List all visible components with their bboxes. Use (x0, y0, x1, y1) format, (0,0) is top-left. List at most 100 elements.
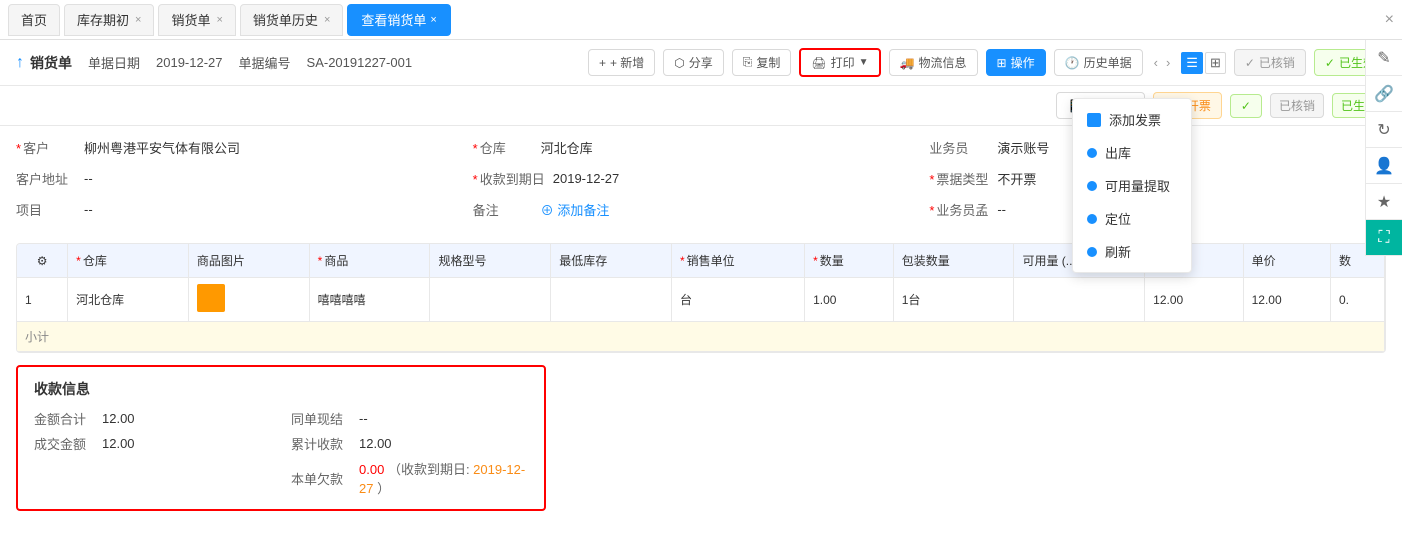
doc-header-left: ↑ 销货单 单据日期 2019-12-27 单据编号 SA-20191227-0… (16, 53, 412, 73)
sales-staff2-label: 业务员孟 (929, 200, 989, 219)
operations-label: 操作 (1011, 54, 1035, 71)
add-icon: + (599, 56, 606, 70)
out-warehouse-label: 出库 (1105, 143, 1131, 162)
tab-inventory-init[interactable]: 库存期初 × (64, 4, 154, 36)
grid-view-btn[interactable]: ⊞ (1205, 52, 1226, 74)
next-arrow[interactable]: › (1163, 55, 1173, 70)
tab-sales-label: 销货单 (171, 10, 210, 29)
list-view-btn[interactable]: ☰ (1181, 52, 1203, 74)
ticket-type-value: 不开票 (997, 169, 1036, 188)
add-invoice-item[interactable]: 添加发票 (1073, 103, 1191, 136)
out-warehouse-item[interactable]: 出库 (1073, 136, 1191, 169)
arrears-due-note: （收款到期日: (388, 462, 473, 477)
share-icon: ⬡ (674, 56, 684, 70)
check-btn[interactable]: ✓ (1230, 94, 1262, 118)
available-qty-item[interactable]: 可用量提取 (1073, 169, 1191, 202)
close-all-button[interactable]: × (1385, 11, 1394, 29)
customer-label: 客户 (16, 138, 76, 157)
total-label: 金额合计 (34, 409, 94, 428)
row-unit-price: 12.00 (1243, 278, 1330, 322)
right-tool-edit[interactable]: ✎ (1366, 40, 1402, 76)
row-product-img (188, 278, 309, 322)
view-toggle: ☰ ⊞ (1181, 52, 1226, 74)
row-qty: 1.00 (805, 278, 894, 322)
sales-staff2-value: -- (997, 202, 1006, 217)
tab-view-sales[interactable]: 查看销货单 × (347, 4, 450, 36)
prev-arrow[interactable]: ‹ (1151, 55, 1161, 70)
tab-bar: 首页 库存期初 × 销货单 × 销货单历史 × 查看销货单 × × (0, 0, 1402, 40)
add-remark-icon: ⊕ (541, 203, 554, 218)
address-value: -- (84, 171, 93, 186)
date-label: 单据日期 (88, 53, 140, 72)
tab-history-close[interactable]: × (324, 14, 330, 26)
col-settings[interactable]: ⚙ (17, 244, 68, 278)
address-label: 客户地址 (16, 169, 76, 188)
right-tool-expand[interactable]: ⛶ (1366, 220, 1402, 256)
add-remark-btn[interactable]: ⊕ 添加备注 (541, 200, 610, 219)
add-button[interactable]: + + 新增 (588, 49, 655, 76)
history-icon: 🕐 (1065, 56, 1080, 70)
tab-view-sales-close[interactable]: × (430, 14, 436, 26)
operations-button[interactable]: ⊞ 操作 (986, 49, 1046, 76)
available-qty-label: 可用量提取 (1105, 176, 1170, 195)
sub-cancelled-label: 已核销 (1279, 97, 1315, 114)
tab-sales-close[interactable]: × (216, 14, 222, 26)
out-warehouse-icon (1087, 148, 1097, 158)
sub-cancelled-btn[interactable]: 已核销 (1270, 93, 1324, 118)
warehouse-label: 仓库 (473, 138, 533, 157)
row-spec (430, 278, 551, 322)
remark-field: 备注 ⊕ 添加备注 (473, 200, 930, 219)
arrears-amount: 0.00 (359, 462, 384, 477)
row-index: 1 (17, 278, 68, 322)
logistics-button[interactable]: 🚚 物流信息 (889, 49, 978, 76)
tab-inventory-close[interactable]: × (135, 14, 141, 26)
tab-sales-history[interactable]: 销货单历史 × (240, 4, 343, 36)
history-button[interactable]: 🕐 历史单据 (1054, 49, 1143, 76)
same-settlement-label: 同单现结 (291, 409, 351, 428)
row-min-stock (551, 278, 672, 322)
right-tool-link[interactable]: 🔗 (1366, 76, 1402, 112)
row-current-stock: 12.00 (1145, 278, 1243, 322)
row-product: 嘻嘻嘻嘻 (309, 278, 430, 322)
tab-view-sales-label: 查看销货单 (361, 10, 426, 29)
accumulated-value: 12.00 (359, 436, 392, 451)
row-warehouse: 河北仓库 (68, 278, 189, 322)
refresh-item[interactable]: 刷新 (1073, 235, 1191, 268)
share-button[interactable]: ⬡ 分享 (663, 49, 724, 76)
logistics-icon: 🚚 (900, 56, 915, 70)
product-image (197, 284, 225, 312)
accumulated-label: 累计收款 (291, 434, 351, 453)
total-value: 12.00 (102, 411, 135, 426)
project-field: 项目 -- (16, 200, 473, 219)
col-product-img: 商品图片 (188, 244, 309, 278)
transaction-label: 成交金额 (34, 434, 94, 453)
copy-button[interactable]: ⎘ 复制 (732, 49, 792, 76)
print-dropdown-icon: ▼ (859, 57, 869, 68)
payment-info: 收款信息 金额合计 12.00 同单现结 -- 成交金额 12.00 累计收款 … (16, 365, 546, 511)
logistics-label: 物流信息 (919, 54, 967, 71)
tab-sales-order[interactable]: 销货单 × (158, 4, 235, 36)
payment-grid: 金额合计 12.00 同单现结 -- 成交金额 12.00 累计收款 12.00… (34, 409, 528, 497)
project-value: -- (84, 202, 93, 217)
total-row: 金额合计 12.00 (34, 409, 271, 428)
same-settlement-row: 同单现结 -- (291, 409, 528, 428)
col-unit-price: 单价 (1243, 244, 1330, 278)
col-warehouse: 仓库 (68, 244, 189, 278)
locate-item[interactable]: 定位 (1073, 202, 1191, 235)
col-qty: 数量 (805, 244, 894, 278)
right-tool-user[interactable]: 👤 (1366, 148, 1402, 184)
cancelled-button[interactable]: ✓ 已核销 (1234, 49, 1306, 76)
tab-history-label: 销货单历史 (253, 10, 318, 29)
tab-home[interactable]: 首页 (8, 4, 60, 36)
history-label: 历史单据 (1084, 54, 1132, 71)
doc-type-icon: ↑ (16, 54, 24, 72)
print-button[interactable]: 🖨 打印 ▼ (799, 48, 880, 77)
customer-value: 柳州粤港平安气体有限公司 (84, 138, 240, 157)
col-product: 商品 (309, 244, 430, 278)
row-unit: 台 (671, 278, 804, 322)
right-tool-rotate[interactable]: ↻ (1366, 112, 1402, 148)
right-tool-star[interactable]: ★ (1366, 184, 1402, 220)
payment-due-value: 2019-12-27 (553, 171, 620, 186)
add-invoice-label: 添加发票 (1109, 110, 1161, 129)
payment-due-label: 收款到期日 (473, 169, 545, 188)
